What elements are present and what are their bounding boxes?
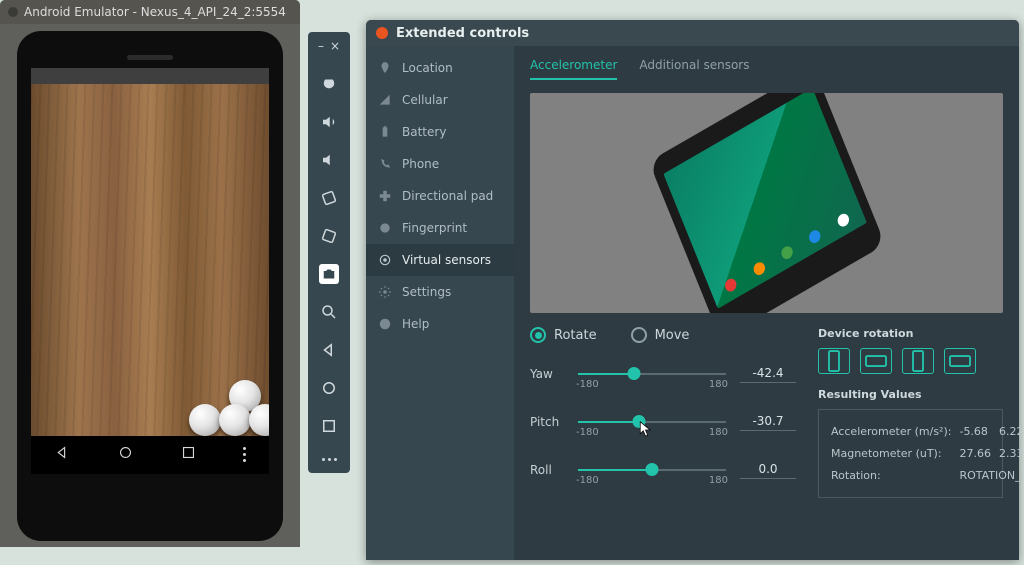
sidebar-item-settings[interactable]: Settings: [366, 276, 514, 308]
home-icon[interactable]: [117, 444, 134, 465]
slider-min: -180: [576, 427, 599, 438]
tab-additional-sensors[interactable]: Additional sensors: [639, 58, 749, 80]
yaw-value[interactable]: -42.4: [740, 366, 796, 383]
mode-rotate[interactable]: Rotate: [530, 327, 597, 343]
accel-label: Accelerometer (m/s²):: [831, 422, 957, 442]
sidebar-label: Cellular: [402, 93, 448, 107]
sidebar-label: Help: [402, 317, 429, 331]
zoom-icon[interactable]: [319, 302, 339, 322]
speaker-slot: [127, 55, 173, 60]
game-ball: [219, 404, 251, 436]
slider-min: -180: [576, 475, 599, 486]
slider-max: 180: [709, 379, 728, 390]
emulator-body: [0, 24, 300, 547]
slider-min: -180: [576, 379, 599, 390]
rotate-right-icon[interactable]: [319, 226, 339, 246]
rot-portrait-icon[interactable]: [818, 348, 850, 374]
phone-screen[interactable]: [31, 68, 269, 474]
pitch-value[interactable]: -30.7: [740, 414, 796, 431]
sensor-tabs: Accelerometer Additional sensors: [530, 58, 1003, 81]
ext-title: Extended controls: [396, 26, 529, 41]
ext-sidebar: Location Cellular Battery Phone Directio…: [366, 46, 514, 560]
rot-landscape-right-icon[interactable]: [944, 348, 976, 374]
window-dot-icon: [8, 7, 18, 17]
ext-main: Accelerometer Additional sensors: [514, 46, 1019, 560]
sidebar-label: Phone: [402, 157, 439, 171]
slider-label: Yaw: [530, 367, 564, 381]
yaw-row: Yaw -180 180 -42.4: [530, 361, 796, 387]
rotation-panel: Device rotation Resulting Values Acceler…: [818, 327, 1003, 505]
sidebar-item-phone[interactable]: Phone: [366, 148, 514, 180]
overview-icon[interactable]: [180, 444, 197, 465]
roll-slider[interactable]: -180 180: [578, 457, 726, 483]
device-3d: [648, 93, 884, 313]
rot-portrait-rev-icon[interactable]: [902, 348, 934, 374]
rotation-sliders: Rotate Move Yaw -180 180 -42.4: [530, 327, 796, 505]
volume-down-icon[interactable]: [319, 150, 339, 170]
mag-y: 2.33: [999, 444, 1024, 464]
radio-label: Rotate: [554, 328, 597, 343]
result-heading: Resulting Values: [818, 388, 1003, 401]
device-preview[interactable]: [530, 93, 1003, 313]
pitch-slider[interactable]: -180 180: [578, 409, 726, 435]
roll-value[interactable]: 0.0: [740, 462, 796, 479]
emulator-toolbar: – ×: [308, 32, 350, 473]
mag-label: Magnetometer (uT):: [831, 444, 957, 464]
sidebar-label: Virtual sensors: [402, 253, 491, 267]
volume-up-icon[interactable]: [319, 112, 339, 132]
sidebar-label: Fingerprint: [402, 221, 467, 235]
slider-max: 180: [709, 475, 728, 486]
sidebar-item-virtual-sensors[interactable]: Virtual sensors: [366, 244, 514, 276]
emulator-title: Android Emulator - Nexus_4_API_24_2:5554: [24, 5, 286, 19]
slider-label: Pitch: [530, 415, 564, 429]
radio-label: Move: [655, 328, 690, 343]
minimize-icon[interactable]: –: [318, 40, 324, 52]
accel-x: -5.68: [959, 422, 997, 442]
pitch-row: Pitch -180 180 -30.7: [530, 409, 796, 435]
rot-value: ROTATION_0: [959, 466, 1024, 486]
sidebar-item-dpad[interactable]: Directional pad: [366, 180, 514, 212]
accel-y: 6.22: [999, 422, 1024, 442]
rotate-left-icon[interactable]: [319, 188, 339, 208]
back-icon[interactable]: [54, 444, 71, 465]
rot-landscape-left-icon[interactable]: [860, 348, 892, 374]
close-icon[interactable]: ×: [330, 40, 340, 52]
sidebar-item-battery[interactable]: Battery: [366, 116, 514, 148]
yaw-slider[interactable]: -180 180: [578, 361, 726, 387]
sidebar-item-help[interactable]: Help: [366, 308, 514, 340]
game-ball: [189, 404, 221, 436]
sidebar-item-location[interactable]: Location: [366, 52, 514, 84]
sidebar-item-cellular[interactable]: Cellular: [366, 84, 514, 116]
emulator-titlebar[interactable]: Android Emulator - Nexus_4_API_24_2:5554: [0, 0, 300, 24]
toolbar-overview-icon[interactable]: [319, 416, 339, 436]
tab-accelerometer[interactable]: Accelerometer: [530, 58, 617, 80]
android-navbar: [31, 436, 269, 474]
sidebar-label: Location: [402, 61, 453, 75]
close-icon[interactable]: [376, 27, 388, 39]
status-bar: [31, 68, 269, 84]
sidebar-item-fingerprint[interactable]: Fingerprint: [366, 212, 514, 244]
sidebar-label: Battery: [402, 125, 446, 139]
toolbar-home-icon[interactable]: [319, 378, 339, 398]
extended-controls-window: Extended controls Location Cellular Batt…: [366, 20, 1019, 560]
mag-x: 27.66: [959, 444, 997, 464]
slider-max: 180: [709, 427, 728, 438]
menu-dots-icon[interactable]: [243, 447, 246, 462]
result-values: Accelerometer (m/s²): -5.68 6.22 5.00 Ma…: [818, 409, 1003, 498]
toolbar-back-icon[interactable]: [319, 340, 339, 360]
rotation-heading: Device rotation: [818, 327, 1003, 340]
rot-label: Rotation:: [831, 466, 957, 486]
more-icon[interactable]: [322, 458, 337, 461]
sidebar-label: Settings: [402, 285, 451, 299]
emulator-window: Android Emulator - Nexus_4_API_24_2:5554: [0, 0, 300, 547]
slider-label: Roll: [530, 463, 564, 477]
toolbar-window-buttons: – ×: [318, 40, 340, 52]
mode-move[interactable]: Move: [631, 327, 690, 343]
roll-row: Roll -180 180 0.0: [530, 457, 796, 483]
phone-frame: [17, 31, 283, 541]
power-icon[interactable]: [319, 74, 339, 94]
camera-icon[interactable]: [319, 264, 339, 284]
ext-titlebar[interactable]: Extended controls: [366, 20, 1019, 46]
sidebar-label: Directional pad: [402, 189, 493, 203]
